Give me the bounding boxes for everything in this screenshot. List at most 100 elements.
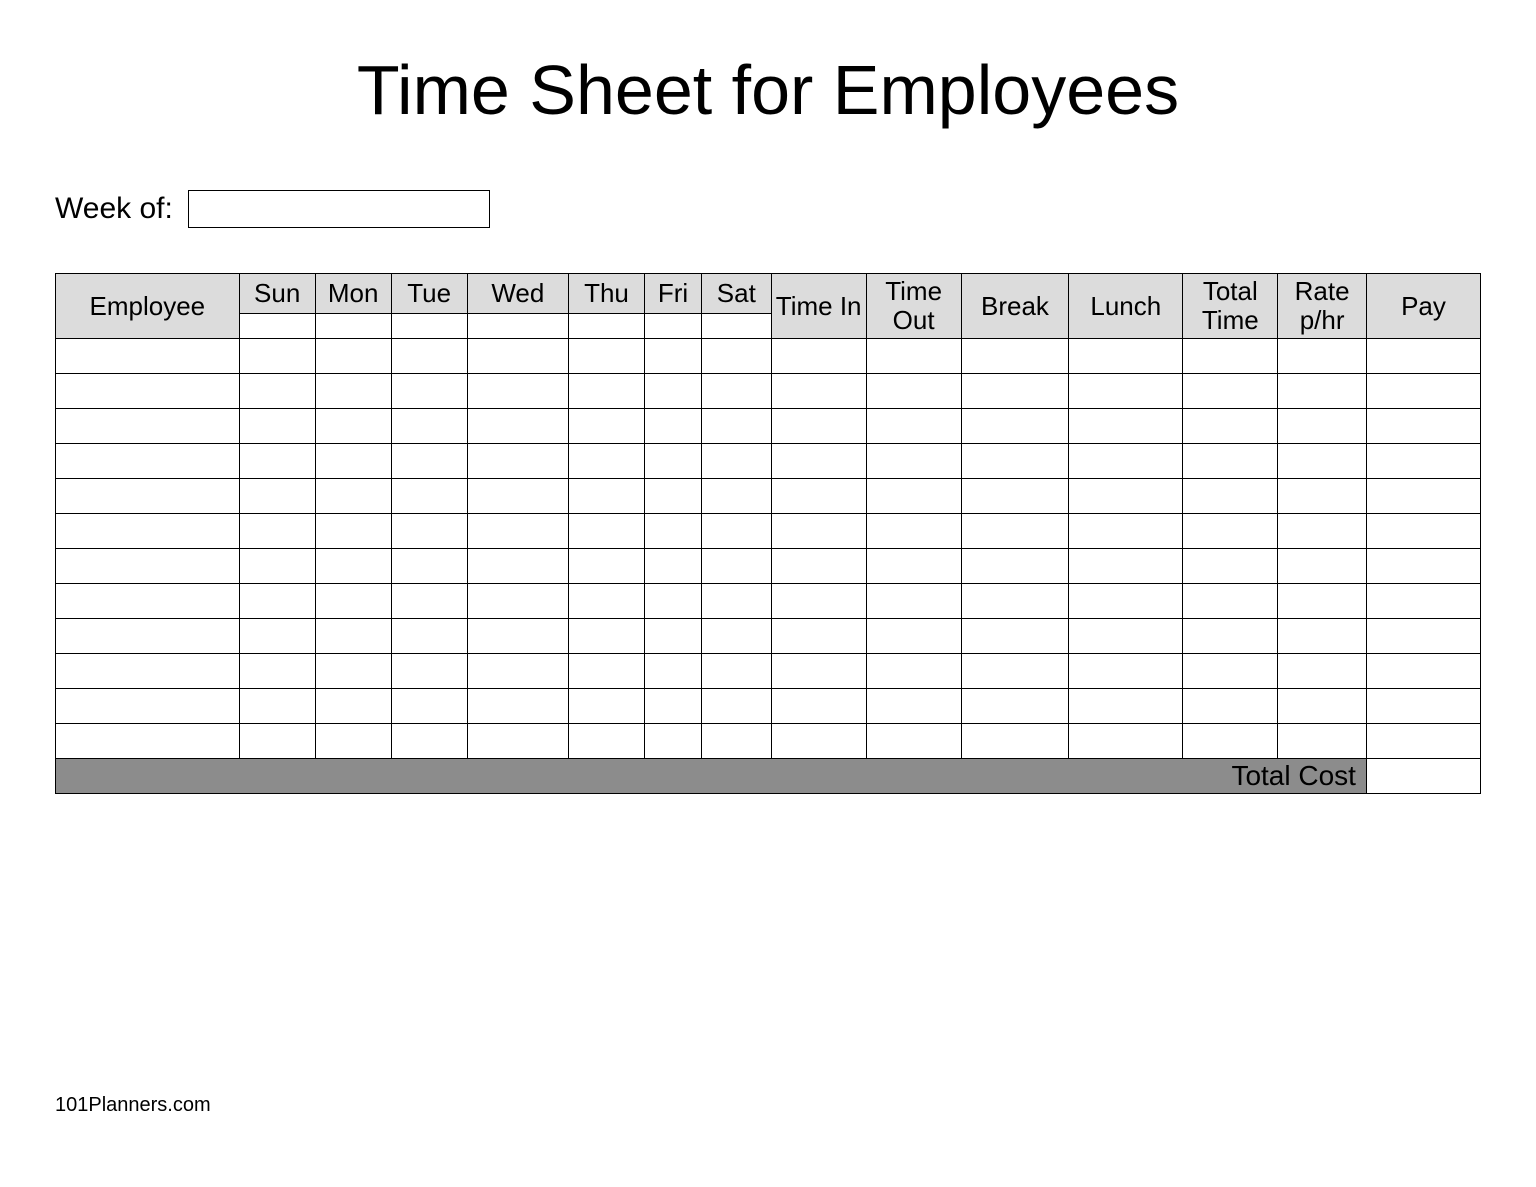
- cell[interactable]: [1069, 619, 1183, 654]
- cell[interactable]: [1183, 654, 1278, 689]
- cell[interactable]: [961, 339, 1069, 374]
- cell[interactable]: [1366, 619, 1480, 654]
- cell[interactable]: [1366, 339, 1480, 374]
- cell[interactable]: [1366, 374, 1480, 409]
- subhead-sun[interactable]: [239, 314, 315, 339]
- cell[interactable]: [56, 654, 240, 689]
- cell[interactable]: [467, 339, 568, 374]
- cell[interactable]: [467, 619, 568, 654]
- cell[interactable]: [315, 584, 391, 619]
- cell[interactable]: [1278, 689, 1367, 724]
- cell[interactable]: [1069, 479, 1183, 514]
- subhead-mon[interactable]: [315, 314, 391, 339]
- cell[interactable]: [1183, 549, 1278, 584]
- cell[interactable]: [701, 374, 771, 409]
- cell[interactable]: [771, 654, 866, 689]
- cell[interactable]: [644, 654, 701, 689]
- cell[interactable]: [1366, 724, 1480, 759]
- cell[interactable]: [771, 374, 866, 409]
- cell[interactable]: [391, 619, 467, 654]
- cell[interactable]: [239, 689, 315, 724]
- cell[interactable]: [239, 549, 315, 584]
- cell[interactable]: [644, 724, 701, 759]
- cell[interactable]: [568, 549, 644, 584]
- cell[interactable]: [315, 444, 391, 479]
- cell[interactable]: [315, 619, 391, 654]
- cell[interactable]: [644, 409, 701, 444]
- cell[interactable]: [568, 409, 644, 444]
- cell[interactable]: [866, 374, 961, 409]
- cell[interactable]: [1366, 479, 1480, 514]
- cell[interactable]: [1069, 409, 1183, 444]
- cell[interactable]: [701, 724, 771, 759]
- cell[interactable]: [1278, 374, 1367, 409]
- cell[interactable]: [467, 654, 568, 689]
- cell[interactable]: [391, 584, 467, 619]
- cell[interactable]: [467, 409, 568, 444]
- cell[interactable]: [1278, 549, 1367, 584]
- cell[interactable]: [701, 689, 771, 724]
- cell[interactable]: [866, 619, 961, 654]
- subhead-wed[interactable]: [467, 314, 568, 339]
- cell[interactable]: [701, 654, 771, 689]
- cell[interactable]: [771, 514, 866, 549]
- cell[interactable]: [1278, 584, 1367, 619]
- cell[interactable]: [701, 514, 771, 549]
- cell[interactable]: [467, 584, 568, 619]
- subhead-thu[interactable]: [568, 314, 644, 339]
- subhead-tue[interactable]: [391, 314, 467, 339]
- cell[interactable]: [1366, 549, 1480, 584]
- cell[interactable]: [866, 479, 961, 514]
- cell[interactable]: [1183, 584, 1278, 619]
- cell[interactable]: [1183, 444, 1278, 479]
- cell[interactable]: [568, 689, 644, 724]
- cell[interactable]: [568, 619, 644, 654]
- cell[interactable]: [315, 374, 391, 409]
- cell[interactable]: [771, 549, 866, 584]
- cell[interactable]: [644, 479, 701, 514]
- cell[interactable]: [56, 724, 240, 759]
- cell[interactable]: [1183, 724, 1278, 759]
- cell[interactable]: [771, 724, 866, 759]
- cell[interactable]: [568, 654, 644, 689]
- cell[interactable]: [1183, 479, 1278, 514]
- cell[interactable]: [644, 374, 701, 409]
- cell[interactable]: [1183, 689, 1278, 724]
- cell[interactable]: [1278, 514, 1367, 549]
- cell[interactable]: [391, 724, 467, 759]
- cell[interactable]: [644, 549, 701, 584]
- cell[interactable]: [239, 724, 315, 759]
- cell[interactable]: [701, 409, 771, 444]
- cell[interactable]: [644, 339, 701, 374]
- cell[interactable]: [1183, 514, 1278, 549]
- cell[interactable]: [961, 374, 1069, 409]
- cell[interactable]: [961, 654, 1069, 689]
- cell[interactable]: [644, 514, 701, 549]
- cell[interactable]: [56, 444, 240, 479]
- cell[interactable]: [391, 549, 467, 584]
- cell[interactable]: [866, 549, 961, 584]
- cell[interactable]: [467, 549, 568, 584]
- cell[interactable]: [239, 584, 315, 619]
- cell[interactable]: [866, 444, 961, 479]
- cell[interactable]: [961, 584, 1069, 619]
- cell[interactable]: [771, 444, 866, 479]
- cell[interactable]: [1183, 339, 1278, 374]
- cell[interactable]: [1069, 549, 1183, 584]
- cell[interactable]: [568, 374, 644, 409]
- cell[interactable]: [771, 409, 866, 444]
- cell[interactable]: [1183, 374, 1278, 409]
- cell[interactable]: [56, 374, 240, 409]
- cell[interactable]: [1278, 654, 1367, 689]
- cell[interactable]: [644, 444, 701, 479]
- cell[interactable]: [391, 514, 467, 549]
- cell[interactable]: [56, 689, 240, 724]
- cell[interactable]: [239, 479, 315, 514]
- cell[interactable]: [239, 339, 315, 374]
- cell[interactable]: [315, 549, 391, 584]
- cell[interactable]: [391, 654, 467, 689]
- cell[interactable]: [771, 479, 866, 514]
- cell[interactable]: [1366, 689, 1480, 724]
- cell[interactable]: [56, 409, 240, 444]
- cell[interactable]: [315, 514, 391, 549]
